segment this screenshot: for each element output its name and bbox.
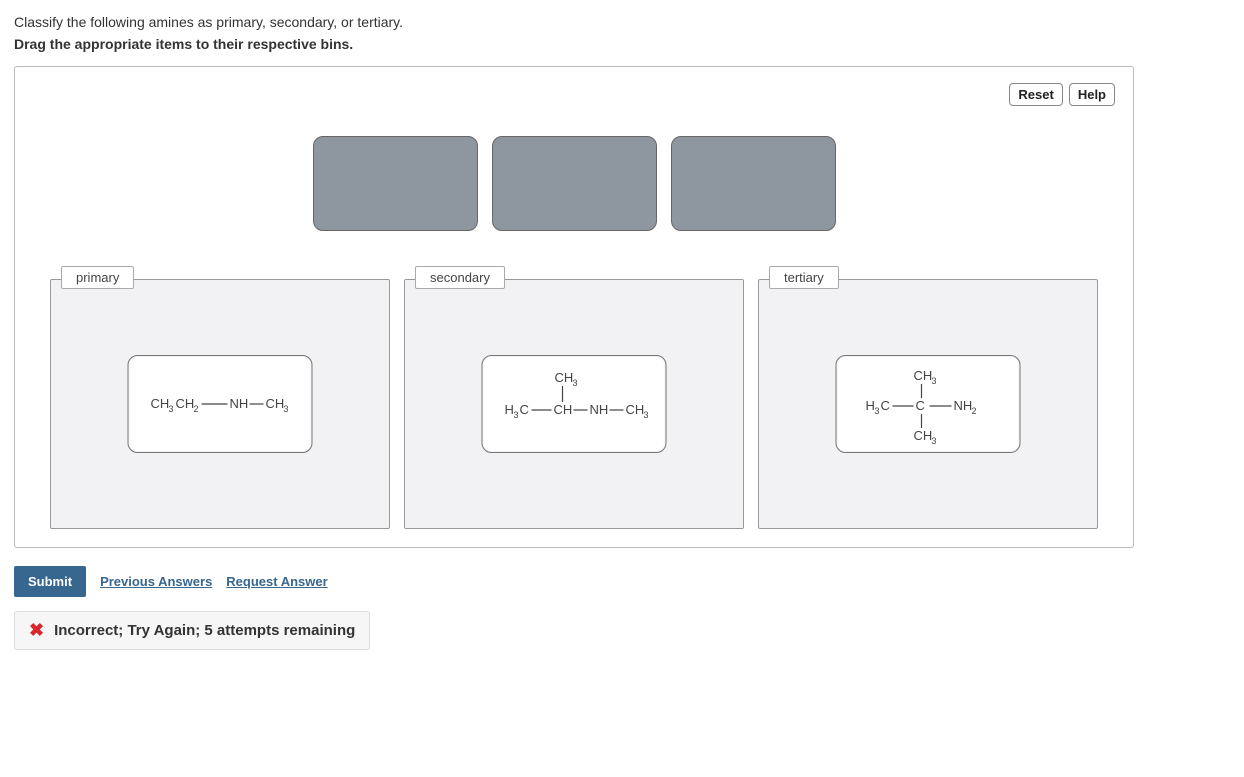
reset-button[interactable]: Reset xyxy=(1009,83,1062,106)
svg-text:CH: CH xyxy=(553,402,572,417)
help-button[interactable]: Help xyxy=(1069,83,1115,106)
svg-text:2: 2 xyxy=(193,404,198,414)
request-answer-link[interactable]: Request Answer xyxy=(226,574,327,589)
molecule-card-tertiary[interactable]: CH 3 H 3 C C NH 2 CH 3 xyxy=(836,355,1021,453)
drag-item-placeholder[interactable] xyxy=(313,136,478,231)
top-controls: Reset Help xyxy=(33,83,1115,106)
svg-text:C: C xyxy=(519,402,528,417)
svg-text:NH: NH xyxy=(229,396,248,411)
previous-answers-link[interactable]: Previous Answers xyxy=(100,574,212,589)
svg-text:3: 3 xyxy=(874,406,879,416)
incorrect-icon: ✖ xyxy=(29,620,44,641)
bin-label-primary: primary xyxy=(61,266,134,289)
svg-text:3: 3 xyxy=(572,378,577,388)
svg-text:3: 3 xyxy=(168,404,173,414)
svg-text:CH: CH xyxy=(175,396,194,411)
feedback-box: ✖ Incorrect; Try Again; 5 attempts remai… xyxy=(14,611,370,650)
feedback-message: Incorrect; Try Again; 5 attempts remaini… xyxy=(54,622,355,639)
bins-row: primary CH 3 CH 2 NH CH 3 secondary xyxy=(33,279,1115,529)
question-instruction: Drag the appropriate items to their resp… xyxy=(14,36,1230,52)
svg-text:3: 3 xyxy=(643,410,648,420)
svg-text:3: 3 xyxy=(513,410,518,420)
activity-frame: Reset Help primary CH 3 CH 2 NH CH 3 xyxy=(14,66,1134,548)
molecule-card-secondary[interactable]: CH 3 H 3 C CH NH CH 3 xyxy=(482,355,667,453)
svg-text:2: 2 xyxy=(971,406,976,416)
bin-secondary[interactable]: secondary CH 3 H 3 C CH NH CH 3 xyxy=(404,279,744,529)
bin-label-tertiary: tertiary xyxy=(769,266,839,289)
molecule-structure-icon: CH 3 CH 2 NH CH 3 xyxy=(135,364,305,444)
svg-text:NH: NH xyxy=(589,402,608,417)
svg-text:H: H xyxy=(504,402,513,417)
question-prompt: Classify the following amines as primary… xyxy=(14,14,1230,30)
bin-primary[interactable]: primary CH 3 CH 2 NH CH 3 xyxy=(50,279,390,529)
action-row: Submit Previous Answers Request Answer xyxy=(14,566,1230,597)
drag-item-placeholder[interactable] xyxy=(671,136,836,231)
drag-item-placeholder[interactable] xyxy=(492,136,657,231)
svg-text:CH: CH xyxy=(150,396,169,411)
svg-text:CH: CH xyxy=(913,428,932,443)
svg-text:NH: NH xyxy=(953,398,972,413)
svg-text:3: 3 xyxy=(931,436,936,444)
molecule-structure-icon: CH 3 H 3 C C NH 2 CH 3 xyxy=(843,364,1013,444)
svg-text:H: H xyxy=(865,398,874,413)
svg-text:3: 3 xyxy=(283,404,288,414)
svg-text:CH: CH xyxy=(265,396,284,411)
drag-source-row xyxy=(33,136,1115,231)
svg-text:C: C xyxy=(915,398,924,413)
svg-text:CH: CH xyxy=(913,368,932,383)
submit-button[interactable]: Submit xyxy=(14,566,86,597)
molecule-structure-icon: CH 3 H 3 C CH NH CH 3 xyxy=(489,364,659,444)
bin-label-secondary: secondary xyxy=(415,266,505,289)
bin-tertiary[interactable]: tertiary CH 3 H 3 C C NH 2 CH 3 xyxy=(758,279,1098,529)
svg-text:3: 3 xyxy=(931,376,936,386)
molecule-card-primary[interactable]: CH 3 CH 2 NH CH 3 xyxy=(128,355,313,453)
svg-text:CH: CH xyxy=(625,402,644,417)
svg-text:C: C xyxy=(880,398,889,413)
svg-text:CH: CH xyxy=(554,370,573,385)
